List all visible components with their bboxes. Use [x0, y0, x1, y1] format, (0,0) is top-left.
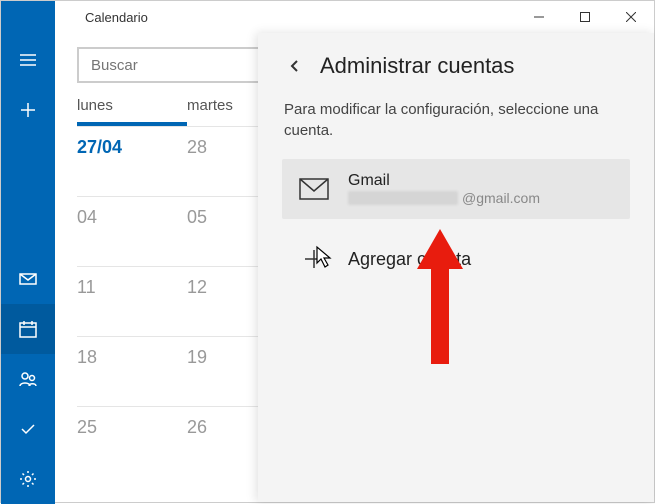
new-event-button[interactable]	[1, 85, 55, 135]
account-provider: Gmail	[348, 172, 540, 190]
calendar-cell[interactable]: 04	[77, 207, 187, 228]
people-button[interactable]	[1, 354, 55, 404]
window-controls	[516, 1, 654, 33]
redacted-text	[348, 191, 458, 205]
account-gmail[interactable]: Gmail @gmail.com	[282, 159, 630, 219]
calendar-cell[interactable]: 11	[77, 277, 187, 298]
todo-button[interactable]	[1, 404, 55, 454]
close-button[interactable]	[608, 1, 654, 33]
calendar-cell[interactable]: 18	[77, 347, 187, 368]
back-button[interactable]	[282, 53, 308, 79]
plus-icon	[294, 239, 334, 279]
add-account-button[interactable]: Agregar cuenta	[282, 227, 630, 291]
hamburger-button[interactable]	[1, 35, 55, 85]
day-header-monday: lunes	[77, 97, 187, 126]
manage-accounts-panel: Administrar cuentas Para modificar la co…	[258, 33, 654, 502]
mail-icon	[294, 169, 334, 209]
panel-title: Administrar cuentas	[320, 53, 514, 79]
app-title: Calendario	[85, 10, 148, 25]
add-account-label: Agregar cuenta	[348, 249, 471, 270]
sidebar	[1, 1, 55, 504]
calendar-cell[interactable]: 25	[77, 417, 187, 438]
mail-button[interactable]	[1, 254, 55, 304]
maximize-button[interactable]	[562, 1, 608, 33]
account-email: @gmail.com	[348, 190, 540, 206]
calendar-cell[interactable]: 27/04	[77, 137, 187, 158]
minimize-button[interactable]	[516, 1, 562, 33]
settings-button[interactable]	[1, 454, 55, 504]
panel-description: Para modificar la configuración, selecci…	[284, 99, 628, 141]
calendar-button[interactable]	[1, 304, 55, 354]
